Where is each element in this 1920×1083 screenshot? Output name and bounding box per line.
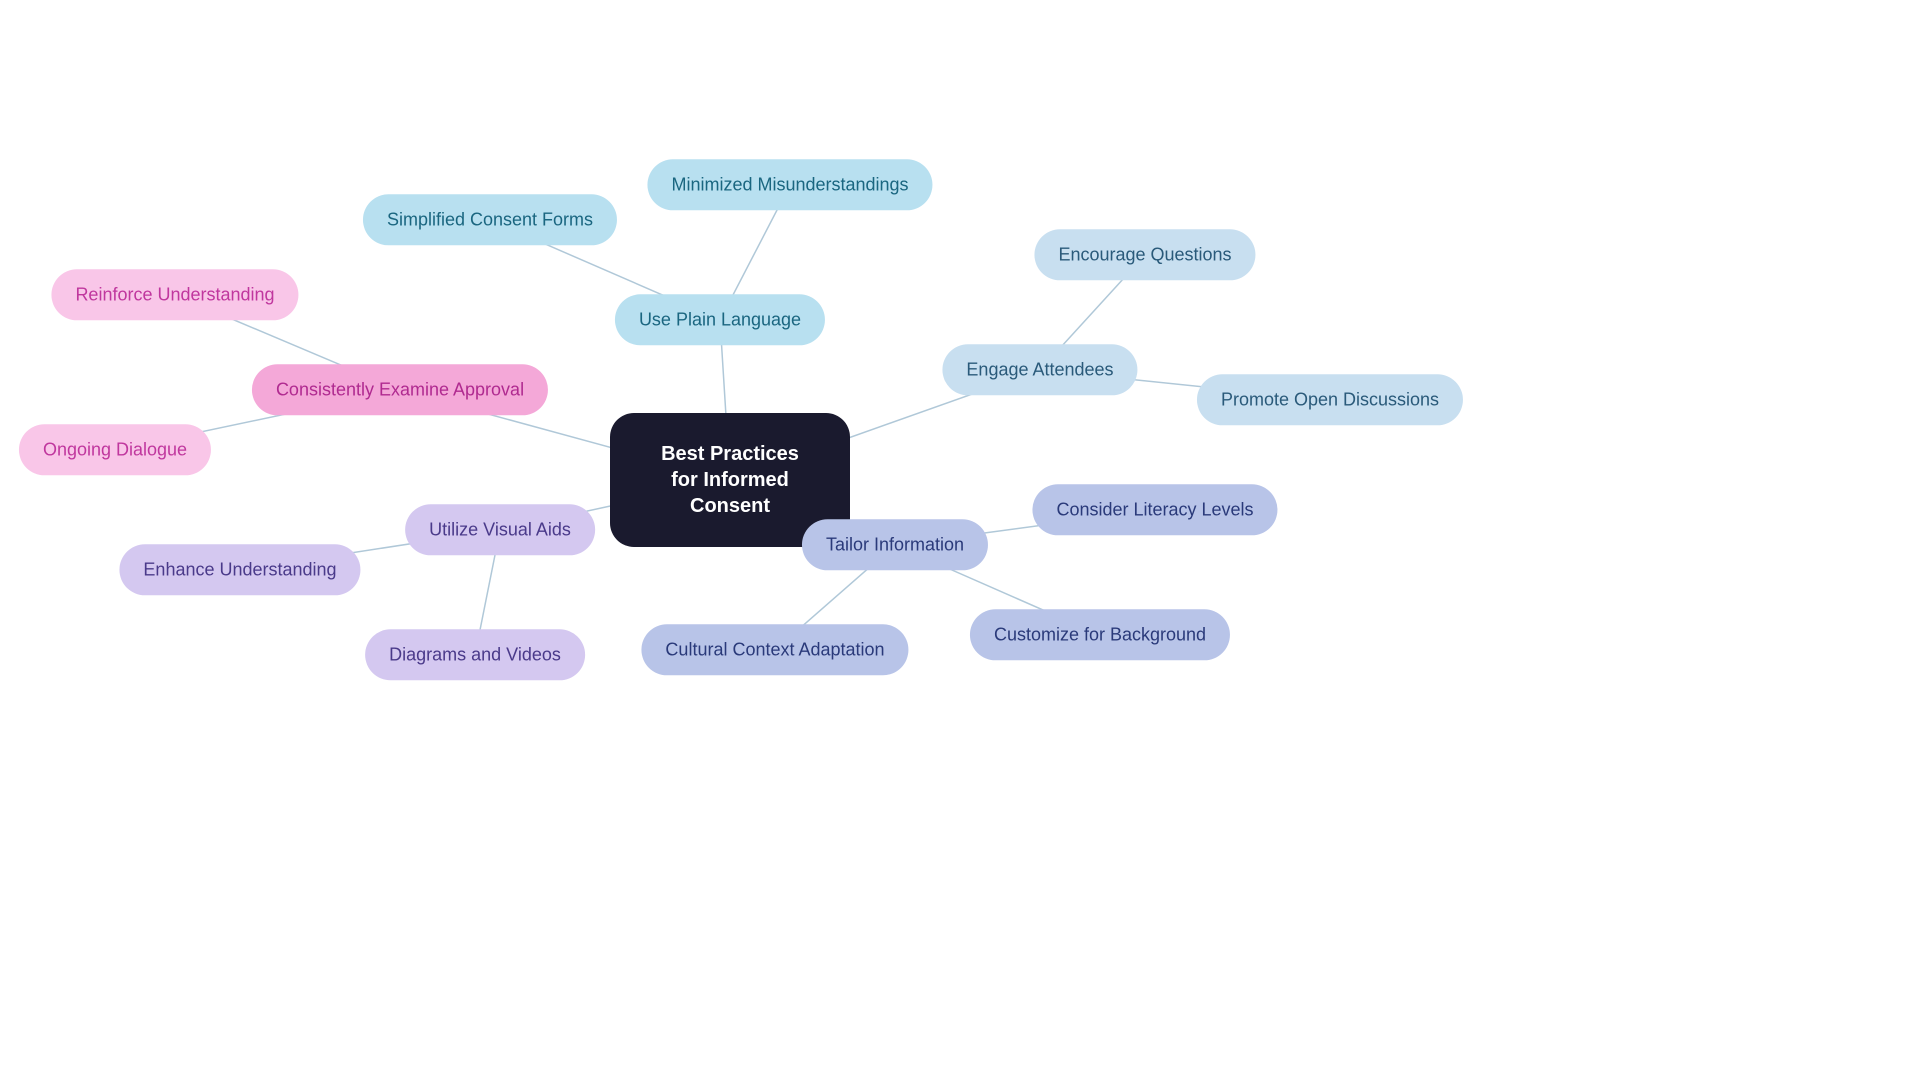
node-encourage-questions: Encourage Questions xyxy=(1034,229,1255,280)
node-minimized-misunderstandings: Minimized Misunderstandings xyxy=(647,159,932,210)
node-simplified-consent: Simplified Consent Forms xyxy=(363,194,617,245)
node-utilize-visual-aids: Utilize Visual Aids xyxy=(405,504,595,555)
node-tailor-information: Tailor Information xyxy=(802,519,988,570)
node-consistently-examine: Consistently Examine Approval xyxy=(252,364,548,415)
node-diagrams-videos: Diagrams and Videos xyxy=(365,629,585,680)
node-use-plain-language: Use Plain Language xyxy=(615,294,825,345)
node-consider-literacy: Consider Literacy Levels xyxy=(1032,484,1277,535)
node-enhance-understanding: Enhance Understanding xyxy=(119,544,360,595)
mindmap-container: Best Practices for Informed ConsentUse P… xyxy=(0,0,1920,1083)
node-ongoing-dialogue: Ongoing Dialogue xyxy=(19,424,211,475)
node-reinforce-understanding: Reinforce Understanding xyxy=(51,269,298,320)
node-cultural-context: Cultural Context Adaptation xyxy=(641,624,908,675)
node-engage-attendees: Engage Attendees xyxy=(942,344,1137,395)
node-promote-open-discussions: Promote Open Discussions xyxy=(1197,374,1463,425)
node-customize-background: Customize for Background xyxy=(970,609,1230,660)
